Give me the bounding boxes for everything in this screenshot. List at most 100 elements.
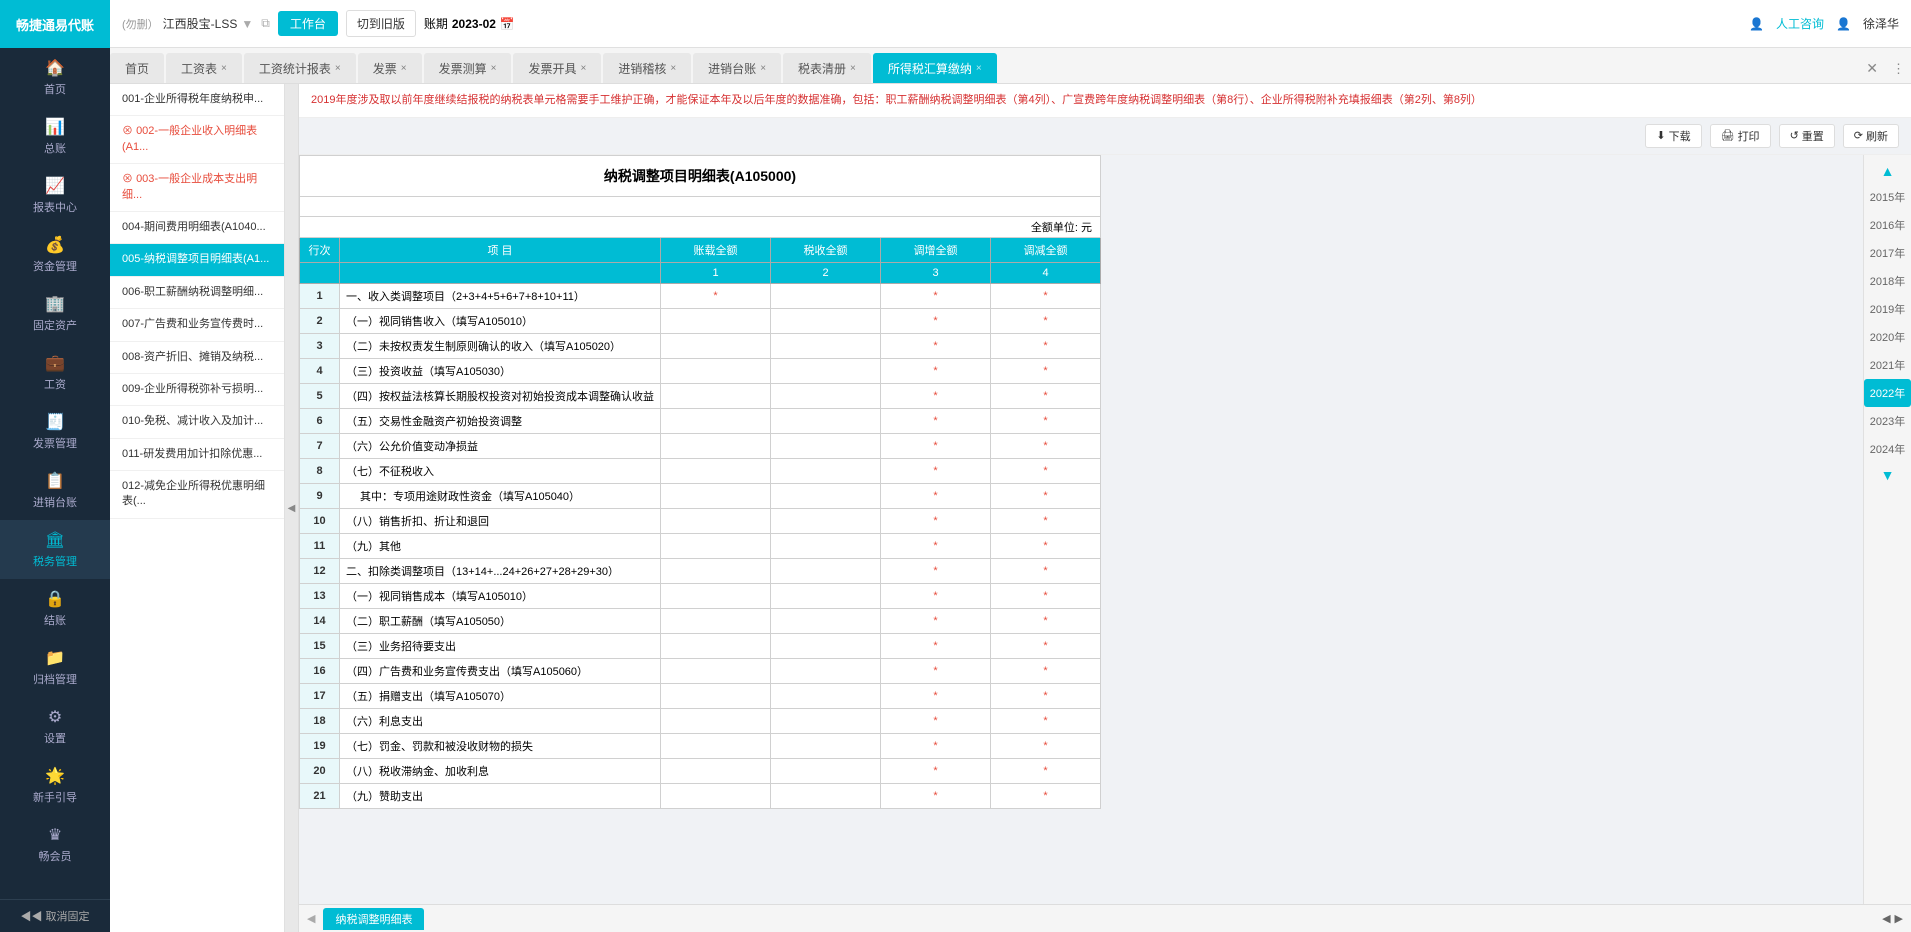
left-panel-item-003[interactable]: 003-一般企业成本支出明细... <box>110 164 284 212</box>
bottom-tab[interactable]: 纳税调整明细表 <box>323 908 424 930</box>
row-c1[interactable] <box>661 558 771 583</box>
sidebar-item-invoice[interactable]: 🧾 发票管理 <box>0 402 110 461</box>
row-c2[interactable] <box>771 783 881 808</box>
row-c2[interactable] <box>771 308 881 333</box>
row-c1[interactable] <box>661 408 771 433</box>
row-c2[interactable] <box>771 433 881 458</box>
left-panel-item-007[interactable]: 007-广告费和业务宣传费时... <box>110 309 284 341</box>
year-item-2015[interactable]: 2015年 <box>1864 183 1911 211</box>
row-c4[interactable]: * <box>991 483 1101 508</box>
row-c4[interactable]: * <box>991 433 1101 458</box>
row-c2[interactable] <box>771 633 881 658</box>
row-c2[interactable] <box>771 508 881 533</box>
row-c3[interactable]: * <box>881 608 991 633</box>
tab-purchase-ledger-close[interactable]: × <box>760 63 766 74</box>
row-c4[interactable]: * <box>991 358 1101 383</box>
sidebar-item-closing[interactable]: 🔒 结账 <box>0 579 110 638</box>
row-c3[interactable]: * <box>881 533 991 558</box>
row-c4[interactable]: * <box>991 508 1101 533</box>
row-c2[interactable] <box>771 408 881 433</box>
year-nav-down[interactable]: ▼ <box>1877 463 1899 487</box>
row-c3[interactable]: * <box>881 508 991 533</box>
row-c4[interactable]: * <box>991 558 1101 583</box>
left-panel-item-005[interactable]: 005-纳税调整项目明细表(A1... <box>110 244 284 276</box>
download-button[interactable]: ⬇ 下载 <box>1645 124 1701 148</box>
tab-purchase-ledger[interactable]: 进销台账 × <box>693 53 781 83</box>
row-c4[interactable]: * <box>991 708 1101 733</box>
row-c2[interactable] <box>771 733 881 758</box>
sidebar-item-archive[interactable]: 📁 归档管理 <box>0 638 110 697</box>
row-c4[interactable]: * <box>991 458 1101 483</box>
year-item-2021[interactable]: 2021年 <box>1864 351 1911 379</box>
sidebar-item-vip[interactable]: ♛ 畅会员 <box>0 815 110 874</box>
row-c2[interactable] <box>771 458 881 483</box>
row-c1[interactable] <box>661 533 771 558</box>
service-label[interactable]: 人工咨询 <box>1776 15 1824 32</box>
left-panel-item-004[interactable]: 004-期间费用明细表(A1040... <box>110 212 284 244</box>
row-c4[interactable]: * <box>991 608 1101 633</box>
tab-invoice[interactable]: 发票 × <box>358 53 422 83</box>
row-c2[interactable] <box>771 533 881 558</box>
row-c1[interactable] <box>661 658 771 683</box>
sidebar-item-salary[interactable]: 💼 工资 <box>0 343 110 402</box>
row-c2[interactable] <box>771 333 881 358</box>
tab-home[interactable]: 首页 <box>110 53 164 83</box>
tab-tax-clear-close[interactable]: × <box>850 63 856 74</box>
row-c4[interactable]: * <box>991 533 1101 558</box>
row-c3[interactable]: * <box>881 483 991 508</box>
row-c3[interactable]: * <box>881 708 991 733</box>
row-c3[interactable]: * <box>881 758 991 783</box>
tab-salary-report[interactable]: 工资统计报表 × <box>244 53 356 83</box>
row-c1[interactable] <box>661 683 771 708</box>
row-c1[interactable] <box>661 433 771 458</box>
row-c1[interactable] <box>661 633 771 658</box>
left-panel-item-010[interactable]: 010-免税、减计收入及加计... <box>110 406 284 438</box>
row-c3[interactable]: * <box>881 558 991 583</box>
row-c1[interactable] <box>661 333 771 358</box>
row-c2[interactable] <box>771 483 881 508</box>
row-c3[interactable]: * <box>881 308 991 333</box>
row-c3[interactable]: * <box>881 458 991 483</box>
row-c3[interactable]: * <box>881 408 991 433</box>
row-c1[interactable] <box>661 383 771 408</box>
tab-income-tax-close[interactable]: × <box>976 63 982 74</box>
row-c1[interactable] <box>661 458 771 483</box>
worktable-button[interactable]: 工作台 <box>278 11 338 36</box>
scroll-left-icon[interactable]: ◀ <box>1882 912 1890 925</box>
tab-purchase-check-close[interactable]: × <box>670 63 676 74</box>
tab-invoice-open-close[interactable]: × <box>580 63 586 74</box>
year-item-2017[interactable]: 2017年 <box>1864 239 1911 267</box>
sidebar-item-finance[interactable]: 💰 资金管理 <box>0 225 110 284</box>
old-version-button[interactable]: 切到旧版 <box>346 10 416 37</box>
left-panel-item-011[interactable]: 011-研发费用加计扣除优惠... <box>110 439 284 471</box>
row-c3[interactable]: * <box>881 283 991 308</box>
year-item-2019[interactable]: 2019年 <box>1864 295 1911 323</box>
panel-collapse-btn[interactable]: ◀ <box>285 84 299 932</box>
row-c1[interactable] <box>661 508 771 533</box>
row-c1[interactable] <box>661 583 771 608</box>
row-c2[interactable] <box>771 608 881 633</box>
left-panel-item-002[interactable]: 002-一般企业收入明细表(A1... <box>110 116 284 164</box>
row-c1[interactable] <box>661 358 771 383</box>
row-c1[interactable] <box>661 483 771 508</box>
row-c3[interactable]: * <box>881 433 991 458</box>
row-c1[interactable] <box>661 708 771 733</box>
tab-overflow-btn[interactable]: ⋮ <box>1886 55 1911 83</box>
tab-income-tax[interactable]: 所得税汇算缴纳 × <box>873 53 997 83</box>
tab-salary-report-close[interactable]: × <box>335 63 341 74</box>
row-c4[interactable]: * <box>991 283 1101 308</box>
calendar-icon[interactable]: 📅 <box>500 17 515 31</box>
row-c3[interactable]: * <box>881 633 991 658</box>
tab-invoice-open[interactable]: 发票开具 × <box>513 53 601 83</box>
year-item-2024[interactable]: 2024年 <box>1864 435 1911 463</box>
row-c4[interactable]: * <box>991 733 1101 758</box>
year-item-2023[interactable]: 2023年 <box>1864 407 1911 435</box>
row-c2[interactable] <box>771 558 881 583</box>
sidebar-item-ledger[interactable]: 📊 总账 <box>0 107 110 166</box>
year-item-2020[interactable]: 2020年 <box>1864 323 1911 351</box>
row-c3[interactable]: * <box>881 583 991 608</box>
sidebar-item-tax[interactable]: 🏛 税务管理 <box>0 520 110 579</box>
row-c1[interactable] <box>661 783 771 808</box>
row-c3[interactable]: * <box>881 358 991 383</box>
tab-purchase-check[interactable]: 进销稽核 × <box>603 53 691 83</box>
